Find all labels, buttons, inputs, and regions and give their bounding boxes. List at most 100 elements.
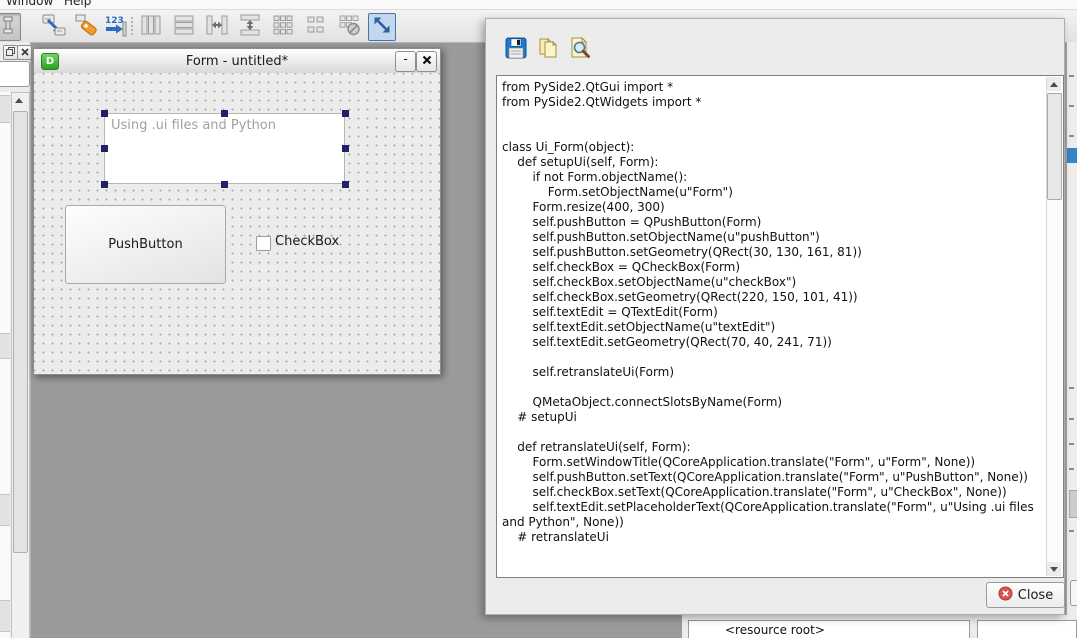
break-layout-button[interactable]: [335, 13, 363, 41]
scrollbar-thumb[interactable]: [1047, 93, 1062, 200]
widget-box-float-button[interactable]: [3, 45, 18, 60]
menu-item-help[interactable]: Help: [64, 0, 91, 8]
layout-vertical-splitter-button[interactable]: [236, 13, 264, 41]
code-line: self.pushButton = QPushButton(Form): [502, 215, 1046, 230]
edit-buddies-button[interactable]: [72, 13, 102, 41]
resource-root-item[interactable]: <resource root>: [725, 623, 825, 637]
code-line: from PySide2.QtGui import *: [502, 80, 1046, 95]
resource-browser-panel: <resource root>: [682, 615, 1077, 638]
edit-tab-order-icon: 123: [103, 13, 127, 41]
code-preview-editor[interactable]: from PySide2.QtGui import *from PySide2.…: [496, 75, 1064, 578]
tree-branch-mark: [1069, 75, 1074, 77]
menubar: Window Help: [0, 0, 1077, 10]
qt-designer-screen: Window Help 123: [0, 0, 1077, 638]
tree-branch-mark: [1069, 418, 1074, 420]
selection-handle-top-left[interactable]: [101, 110, 108, 117]
code-line: if not Form.objectName():: [502, 170, 1046, 185]
code-line: QMetaObject.connectSlotsByName(Form): [502, 395, 1046, 410]
tree-branch-mark: [1069, 443, 1074, 445]
close-button-label: Close: [1018, 588, 1053, 603]
save-button[interactable]: [502, 36, 530, 64]
selection-handle-mid-left[interactable]: [101, 145, 108, 152]
edit-buddies-icon: [75, 13, 99, 41]
scroll-up-button[interactable]: [1047, 77, 1061, 91]
selection-handle-top-mid[interactable]: [221, 110, 228, 117]
layout-horizontal-button[interactable]: [137, 13, 165, 41]
scroll-up-icon: [1050, 82, 1058, 87]
copy-button[interactable]: [534, 36, 562, 64]
layout-horizontal-splitter-button[interactable]: [203, 13, 231, 41]
widget-box-item[interactable]: [0, 600, 10, 632]
widget-box-item[interactable]: [0, 494, 10, 526]
selection-handle-bottom-left[interactable]: [101, 181, 108, 188]
widget-box-list[interactable]: [0, 92, 10, 638]
scroll-down-icon: [1050, 567, 1058, 572]
tree-branch-mark: [1069, 135, 1074, 137]
copy-icon: [536, 36, 560, 64]
break-layout-icon: [338, 14, 360, 40]
edit-widgets-button[interactable]: [0, 13, 21, 41]
widget-box-close-button[interactable]: [17, 45, 32, 60]
resource-tree[interactable]: <resource root>: [688, 620, 970, 638]
code-line: [502, 110, 1046, 125]
layout-grid-button[interactable]: [269, 13, 297, 41]
layout-form-icon: [305, 14, 327, 40]
code-line: and Python", None)): [502, 515, 1046, 530]
selection-handle-mid-right[interactable]: [342, 145, 349, 152]
edit-widgets-icon: [0, 15, 17, 39]
selection-handle-bottom-mid[interactable]: [221, 181, 228, 188]
menu-item-window[interactable]: Window: [6, 0, 53, 8]
find-button[interactable]: [566, 36, 594, 64]
code-line: class Ui_Form(object):: [502, 140, 1046, 155]
code-line: self.checkBox.setObjectName(u"checkBox"): [502, 275, 1046, 290]
form-close-button[interactable]: [416, 51, 437, 72]
selection-handle-bottom-right[interactable]: [342, 181, 349, 188]
layout-vertical-button[interactable]: [170, 13, 198, 41]
resource-file-list[interactable]: [977, 620, 1077, 638]
edit-tab-order-button[interactable]: 123: [100, 13, 130, 41]
designer-form-icon: D: [41, 53, 59, 70]
code-line: self.checkBox = QCheckBox(Form): [502, 260, 1046, 275]
pushbutton-widget[interactable]: PushButton: [65, 205, 226, 284]
selected-tree-row[interactable]: [1067, 148, 1077, 163]
button-edge[interactable]: [1070, 580, 1077, 606]
float-icon: [6, 45, 15, 60]
code-line: # retranslateUi: [502, 530, 1046, 545]
scroll-down-button[interactable]: [1047, 562, 1061, 576]
widget-box-scrollbar-thumb[interactable]: [13, 111, 28, 553]
close-button[interactable]: Close: [986, 582, 1065, 608]
scrollbar-edge[interactable]: [1069, 490, 1077, 518]
code-vertical-scrollbar[interactable]: [1046, 77, 1062, 576]
layout-horizontal-icon: [140, 14, 162, 40]
code-preview-dialog: from PySide2.QtGui import *from PySide2.…: [485, 18, 1065, 615]
scroll-up-icon[interactable]: [15, 98, 23, 103]
minimize-icon: -: [403, 54, 407, 64]
widget-box-scrollbar[interactable]: [11, 92, 30, 638]
adjust-size-button[interactable]: [368, 13, 396, 41]
find-icon: [568, 36, 592, 64]
code-line: self.textEdit.setPlaceholderText(QCoreAp…: [502, 500, 1046, 515]
checkbox-label[interactable]: CheckBox: [275, 234, 339, 249]
code-line: [502, 125, 1046, 140]
code-line: Form.setWindowTitle(QCoreApplication.tra…: [502, 455, 1046, 470]
edit-signals-slots-button[interactable]: [38, 13, 70, 41]
form-window-title: Form - untitled*: [34, 54, 440, 69]
layout-form-button[interactable]: [302, 13, 330, 41]
widget-box-item[interactable]: [0, 333, 10, 359]
widget-box-item[interactable]: [0, 95, 10, 123]
selection-handle-top-right[interactable]: [342, 110, 349, 117]
code-line: self.pushButton.setText(QCoreApplication…: [502, 470, 1046, 485]
form-window-titlebar[interactable]: D Form - untitled* -: [34, 49, 440, 74]
textedit-widget[interactable]: Using .ui files and Python: [104, 113, 345, 184]
code-line: [502, 380, 1046, 395]
form-canvas[interactable]: Using .ui files and Python PushButton Ch…: [34, 73, 440, 374]
layout-horizontal-splitter-icon: [206, 14, 228, 40]
widget-filter-input[interactable]: [0, 61, 30, 87]
code-line: self.checkBox.setText(QCoreApplication.t…: [502, 485, 1046, 500]
close-circle-icon: [998, 586, 1013, 605]
form-minimize-button[interactable]: -: [395, 51, 416, 72]
code-line: # setupUi: [502, 410, 1046, 425]
code-line: Form.resize(400, 300): [502, 200, 1046, 215]
code-lines: from PySide2.QtGui import *from PySide2.…: [498, 77, 1046, 576]
checkbox-indicator[interactable]: [256, 236, 271, 251]
